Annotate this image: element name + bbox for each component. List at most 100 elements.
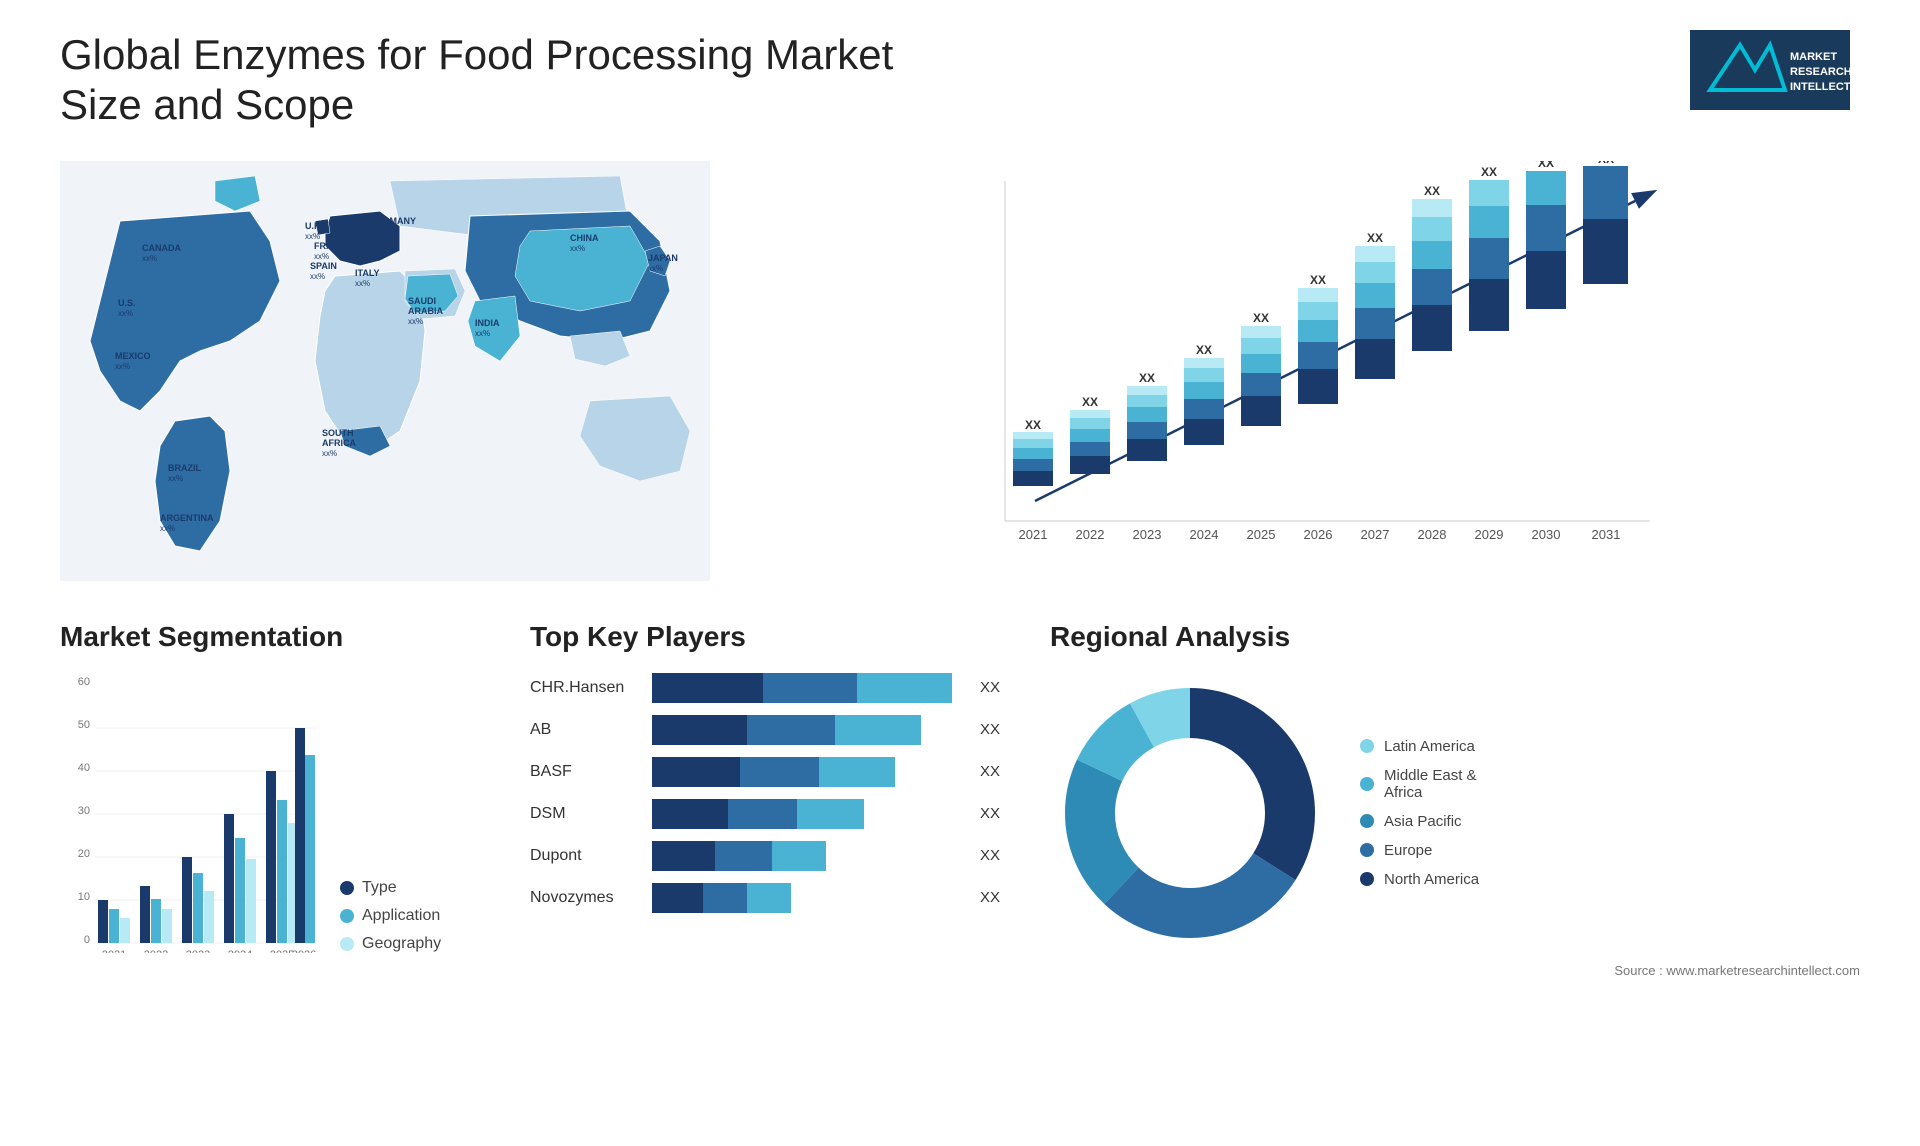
italy-label: ITALY	[355, 268, 380, 278]
southafrica-value: xx%	[322, 449, 337, 458]
svg-text:XX: XX	[1082, 395, 1098, 409]
svg-text:40: 40	[78, 762, 90, 774]
brazil-label: BRAZIL	[168, 463, 201, 473]
seg-legend: Type Application Geography	[340, 879, 441, 953]
india-value: xx%	[475, 329, 490, 338]
canada-value: xx%	[142, 254, 157, 263]
svg-text:MARKET: MARKET	[1790, 51, 1837, 63]
header: Global Enzymes for Food Processing Marke…	[60, 30, 1860, 131]
svg-text:2023: 2023	[186, 949, 210, 953]
germany-label: GERMANY	[370, 216, 416, 226]
player-row: Dupont XX	[530, 841, 1010, 871]
svg-text:2021: 2021	[102, 949, 126, 953]
player-bar	[652, 799, 968, 829]
france-label: FRANCE	[314, 241, 352, 251]
player-bar	[652, 757, 968, 787]
svg-text:2026: 2026	[292, 949, 316, 953]
geography-dot	[340, 937, 354, 951]
north-america-dot	[1360, 872, 1374, 886]
legend-asia-pacific: Asia Pacific	[1360, 813, 1479, 830]
uk-label: U.K.	[305, 221, 323, 231]
italy-value: xx%	[355, 279, 370, 288]
legend-north-america: North America	[1360, 871, 1479, 888]
player-bar-container	[652, 715, 968, 745]
svg-text:2025: 2025	[1247, 527, 1276, 542]
logo-icon: MARKET RESEARCH INTELLECT	[1690, 30, 1850, 110]
regional-section: Regional Analysis	[1050, 621, 1860, 978]
logo: MARKET RESEARCH INTELLECT	[1680, 30, 1860, 110]
svg-text:20: 20	[78, 848, 90, 860]
spain-label: SPAIN	[310, 261, 337, 271]
player-bar-container	[652, 673, 968, 703]
regional-title: Regional Analysis	[1050, 621, 1860, 653]
bottom-row: Market Segmentation 0 10 20 30 40 50 60	[60, 621, 1860, 978]
saudi-label: SAUDI	[408, 296, 436, 306]
segmentation-section: Market Segmentation 0 10 20 30 40 50 60	[60, 621, 490, 953]
players-title: Top Key Players	[530, 621, 1010, 653]
japan-label: JAPAN	[648, 253, 678, 263]
player-bar-container	[652, 799, 968, 829]
mexico-value: xx%	[115, 362, 130, 371]
brazil-value: xx%	[168, 474, 183, 483]
segmentation-chart: 0 10 20 30 40 50 60	[60, 673, 320, 953]
seg-chart-container: 0 10 20 30 40 50 60	[60, 673, 490, 953]
players-list: CHR.Hansen XX AB	[530, 673, 1010, 913]
svg-text:XX: XX	[1310, 273, 1326, 287]
legend-europe: Europe	[1360, 842, 1479, 859]
regional-content: Latin America Middle East &Africa Asia P…	[1050, 673, 1860, 953]
page-container: Global Enzymes for Food Processing Marke…	[0, 0, 1920, 1146]
player-row: CHR.Hansen XX	[530, 673, 1010, 703]
germany-value: xx%	[370, 227, 385, 236]
player-bar-container	[652, 757, 968, 787]
svg-text:2026: 2026	[1304, 527, 1333, 542]
france-value: xx%	[314, 252, 329, 261]
source-text: Source : www.marketresearchintellect.com	[1050, 963, 1860, 978]
china-label: CHINA	[570, 233, 599, 243]
india-label: INDIA	[475, 318, 500, 328]
legend-geography: Geography	[340, 935, 441, 953]
middle-east-africa-dot	[1360, 777, 1374, 791]
player-bar	[652, 673, 968, 703]
main-bar-chart: XX 2021 XX 2022 XX 2023	[750, 161, 1860, 581]
china-value: xx%	[570, 244, 585, 253]
southafrica-label: SOUTH	[322, 428, 354, 438]
svg-text:2022: 2022	[1076, 527, 1105, 542]
player-bar-container	[652, 841, 968, 871]
spain-value: xx%	[310, 272, 325, 281]
player-bar-container	[652, 883, 968, 913]
player-row: AB XX	[530, 715, 1010, 745]
bar-chart-section: XX 2021 XX 2022 XX 2023	[750, 161, 1860, 581]
svg-text:XX: XX	[1367, 231, 1383, 245]
svg-text:XX: XX	[1253, 311, 1269, 325]
svg-text:XX: XX	[1424, 184, 1440, 198]
svg-text:30: 30	[78, 805, 90, 817]
svg-text:2024: 2024	[1190, 527, 1219, 542]
svg-text:XX: XX	[1025, 418, 1041, 432]
svg-text:XX: XX	[1598, 161, 1614, 166]
svg-text:XX: XX	[1196, 343, 1212, 357]
player-bar	[652, 883, 968, 913]
asia-pacific-dot	[1360, 814, 1374, 828]
donut-chart	[1050, 673, 1330, 953]
svg-text:2023: 2023	[1133, 527, 1162, 542]
top-row: CANADA xx% U.S. xx% MEXICO xx% BRAZIL xx…	[60, 161, 1860, 581]
player-row: Novozymes XX	[530, 883, 1010, 913]
svg-text:RESEARCH: RESEARCH	[1790, 66, 1850, 78]
legend-middle-east-africa: Middle East &Africa	[1360, 767, 1479, 801]
map-section: CANADA xx% U.S. xx% MEXICO xx% BRAZIL xx…	[60, 161, 710, 581]
svg-text:INTELLECT: INTELLECT	[1790, 81, 1850, 93]
saudi-label2: ARABIA	[408, 306, 443, 316]
latin-america-dot	[1360, 739, 1374, 753]
svg-text:50: 50	[78, 719, 90, 731]
argentina-value: xx%	[160, 524, 175, 533]
svg-text:2022: 2022	[144, 949, 168, 953]
players-section: Top Key Players CHR.Hansen XX	[530, 621, 1010, 913]
svg-text:XX: XX	[1481, 165, 1497, 179]
svg-text:2027: 2027	[1361, 527, 1390, 542]
canada-label: CANADA	[142, 243, 181, 253]
svg-text:60: 60	[78, 676, 90, 688]
segmentation-title: Market Segmentation	[60, 621, 490, 653]
donut-svg	[1050, 673, 1330, 953]
player-bar	[652, 715, 968, 745]
europe-dot	[1360, 843, 1374, 857]
